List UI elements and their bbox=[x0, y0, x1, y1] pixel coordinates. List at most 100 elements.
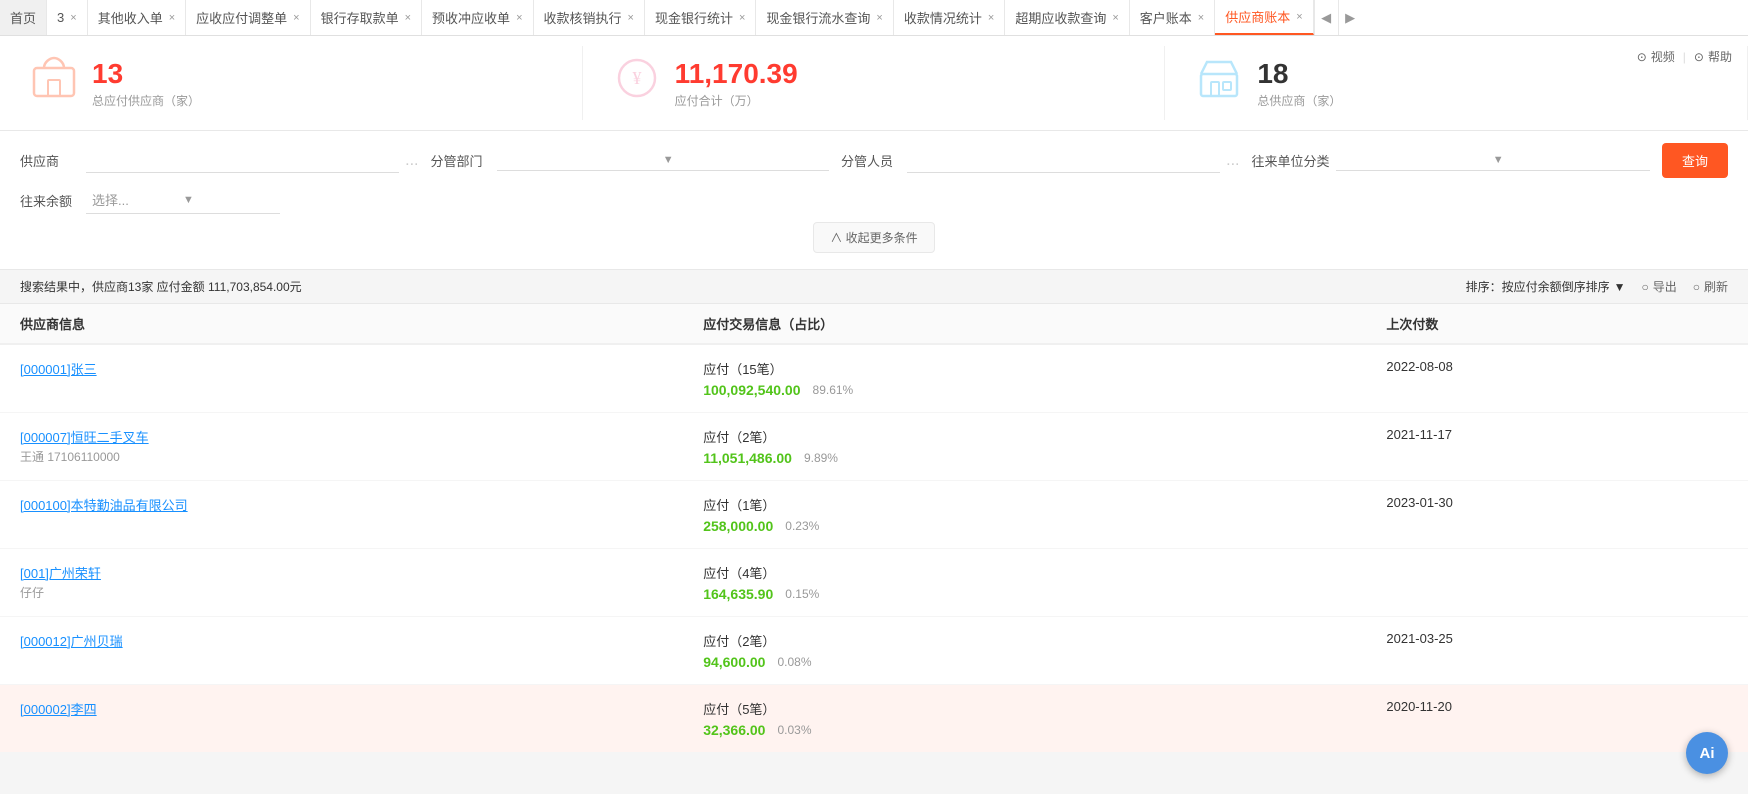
nav-tab-3[interactable]: 3 × bbox=[47, 0, 88, 35]
header-payable-info: 应付交易信息（占比） bbox=[703, 314, 1386, 333]
supplier-info-cell: [001]广州荣轩 仔仔 bbox=[20, 563, 703, 601]
table-header: 供应商信息 应付交易信息（占比） 上次付数 bbox=[0, 304, 1748, 345]
payable-amount-link[interactable]: 258,000.00 bbox=[703, 518, 773, 534]
last-payment-cell: 2022-08-08 bbox=[1386, 359, 1728, 374]
ai-badge[interactable]: Ai bbox=[1686, 732, 1728, 774]
stat-payable-suppliers-number: 13 bbox=[92, 58, 200, 90]
help-icon: ⊙ bbox=[1694, 50, 1704, 64]
person-dots-icon[interactable]: ... bbox=[1226, 152, 1239, 170]
payable-amount-link[interactable]: 11,051,486.00 bbox=[703, 450, 792, 466]
divider: | bbox=[1683, 50, 1686, 64]
payable-icon: ¥ bbox=[613, 54, 661, 112]
last-payment-date: 2022-08-08 bbox=[1386, 359, 1453, 374]
stat-payable-suppliers-text: 13 总应付供应商（家） bbox=[92, 58, 200, 109]
export-button[interactable]: ○ 导出 bbox=[1641, 278, 1676, 295]
payable-percent: 0.23% bbox=[785, 519, 819, 533]
help-link[interactable]: 帮助 bbox=[1708, 48, 1732, 65]
nav-tab-customer-ledger[interactable]: 客户账本 × bbox=[1130, 0, 1215, 35]
supplier-name-link[interactable]: [001]广州荣轩 bbox=[20, 563, 703, 582]
filter-person: 分管人员 ... bbox=[841, 149, 1240, 173]
nav-tab-prepay-offset[interactable]: 预收冲应收单 × bbox=[422, 0, 533, 35]
payable-count: 应付（15笔） bbox=[703, 359, 1386, 378]
supplier-info-cell: [000001]张三 bbox=[20, 359, 703, 378]
close-icon[interactable]: × bbox=[293, 12, 299, 24]
nav-tab-other-income-label: 其他收入单 bbox=[98, 8, 163, 27]
close-icon[interactable]: × bbox=[70, 12, 76, 24]
search-button[interactable]: 查询 bbox=[1662, 143, 1728, 178]
supplier-name-link[interactable]: [000012]广州贝瑞 bbox=[20, 631, 703, 650]
payable-info-cell: 应付（5笔） 32,366.00 0.03% bbox=[703, 699, 1386, 738]
category-dropdown[interactable]: ▼ bbox=[1336, 150, 1650, 171]
payable-percent: 0.03% bbox=[777, 723, 811, 737]
nav-tab-payment-verify-label: 收款核销执行 bbox=[544, 8, 622, 27]
nav-tab-cash-bank-stat-label: 现金银行统计 bbox=[655, 8, 733, 27]
close-icon[interactable]: × bbox=[405, 12, 411, 24]
payable-count: 应付（2笔） bbox=[703, 427, 1386, 446]
close-icon[interactable]: × bbox=[988, 12, 994, 24]
payable-info-cell: 应付（2笔） 11,051,486.00 9.89% bbox=[703, 427, 1386, 466]
supplier-input[interactable] bbox=[86, 149, 399, 173]
balance-dropdown[interactable]: 选择... ▼ bbox=[86, 186, 280, 214]
nav-tab-receipt-stat[interactable]: 收款情况统计 × bbox=[894, 0, 1005, 35]
supplier-contact: 王通 17106110000 bbox=[20, 448, 703, 465]
category-filter-label: 往来单位分类 bbox=[1252, 151, 1330, 170]
top-navigation: 首页 3 × 其他收入单 × 应收应付调整单 × 银行存取款单 × 预收冲应收单… bbox=[0, 0, 1748, 36]
nav-arrow-right[interactable]: ▶ bbox=[1338, 0, 1362, 35]
close-icon[interactable]: × bbox=[1296, 11, 1302, 23]
close-icon[interactable]: × bbox=[739, 12, 745, 24]
chevron-down-icon: ▼ bbox=[1493, 154, 1644, 166]
nav-tab-bank-deposit[interactable]: 银行存取款单 × bbox=[311, 0, 422, 35]
filter-row-1: 供应商 ... 分管部门 ▼ 分管人员 ... 往来单位分类 ▼ 查询 bbox=[20, 143, 1728, 178]
payable-count: 应付（4笔） bbox=[703, 563, 1386, 582]
nav-arrow-left[interactable]: ◀ bbox=[1314, 0, 1338, 35]
payable-count: 应付（1笔） bbox=[703, 495, 1386, 514]
nav-tab-cash-bank-flow[interactable]: 现金银行流水查询 × bbox=[756, 0, 893, 35]
table-row: [000012]广州贝瑞 应付（2笔） 94,600.00 0.08% 2021… bbox=[0, 617, 1748, 685]
header-supplier-info: 供应商信息 bbox=[20, 314, 703, 333]
table-row: [000001]张三 应付（15笔） 100,092,540.00 89.61%… bbox=[0, 345, 1748, 413]
refresh-label: 刷新 bbox=[1704, 278, 1728, 295]
supplier-name-link[interactable]: [000007]恒旺二手叉车 bbox=[20, 427, 703, 446]
nav-tab-customer-ledger-label: 客户账本 bbox=[1140, 8, 1192, 27]
last-payment-date: 2021-11-17 bbox=[1386, 427, 1452, 442]
department-dropdown[interactable]: ▼ bbox=[497, 150, 830, 171]
close-icon[interactable]: × bbox=[1112, 12, 1118, 24]
close-icon[interactable]: × bbox=[876, 12, 882, 24]
payable-amount-link[interactable]: 32,366.00 bbox=[703, 722, 765, 738]
payable-amount-link[interactable]: 94,600.00 bbox=[703, 654, 765, 670]
close-icon[interactable]: × bbox=[628, 12, 634, 24]
nav-tab-other-income[interactable]: 其他收入单 × bbox=[88, 0, 186, 35]
payable-amount-link[interactable]: 100,092,540.00 bbox=[703, 382, 800, 398]
export-label: 导出 bbox=[1653, 278, 1677, 295]
last-payment-date: 2020-11-20 bbox=[1386, 699, 1452, 714]
nav-tab-home[interactable]: 首页 bbox=[0, 0, 47, 35]
video-link[interactable]: 视频 bbox=[1651, 48, 1675, 65]
nav-tab-cash-bank-stat[interactable]: 现金银行统计 × bbox=[645, 0, 756, 35]
nav-tab-ar-ap-adjust[interactable]: 应收应付调整单 × bbox=[186, 0, 310, 35]
payable-amount-link[interactable]: 164,635.90 bbox=[703, 586, 773, 602]
close-icon[interactable]: × bbox=[516, 12, 522, 24]
payable-info-cell: 应付（15笔） 100,092,540.00 89.61% bbox=[703, 359, 1386, 398]
supplier-dots-icon[interactable]: ... bbox=[405, 152, 418, 170]
supplier-name-link[interactable]: [000001]张三 bbox=[20, 359, 703, 378]
supplier-info-cell: [000100]本特勤油品有限公司 bbox=[20, 495, 703, 514]
supplier-filter-label: 供应商 bbox=[20, 151, 80, 170]
stat-total-suppliers-number: 18 bbox=[1257, 58, 1341, 90]
sort-dropdown[interactable]: 排序：按应付余额倒序排序 ▼ bbox=[1466, 278, 1626, 295]
stat-total-payable-amount: ¥ 11,170.39 应付合计（万） bbox=[583, 46, 1166, 120]
supplier-info-cell: [000002]李四 bbox=[20, 699, 703, 718]
supplier-name-link[interactable]: [000002]李四 bbox=[20, 699, 703, 718]
results-bar: 搜索结果中，供应商13家 应付金额 111,703,854.00元 排序：按应付… bbox=[0, 270, 1748, 304]
nav-tab-supplier-ledger[interactable]: 供应商账本 × bbox=[1215, 0, 1313, 35]
close-icon[interactable]: × bbox=[169, 12, 175, 24]
supplier-info-cell: [000012]广州贝瑞 bbox=[20, 631, 703, 650]
refresh-button[interactable]: ○ 刷新 bbox=[1693, 278, 1728, 295]
supplier-table: 供应商信息 应付交易信息（占比） 上次付数 [000001]张三 应付（15笔）… bbox=[0, 304, 1748, 753]
nav-tab-payment-verify[interactable]: 收款核销执行 × bbox=[534, 0, 645, 35]
collapse-button[interactable]: ∧ 收起更多条件 bbox=[813, 222, 934, 253]
close-icon[interactable]: × bbox=[1198, 12, 1204, 24]
payable-percent: 0.15% bbox=[785, 587, 819, 601]
supplier-name-link[interactable]: [000100]本特勤油品有限公司 bbox=[20, 495, 703, 514]
nav-tab-overdue-query[interactable]: 超期应收款查询 × bbox=[1005, 0, 1129, 35]
person-input[interactable] bbox=[907, 149, 1220, 173]
